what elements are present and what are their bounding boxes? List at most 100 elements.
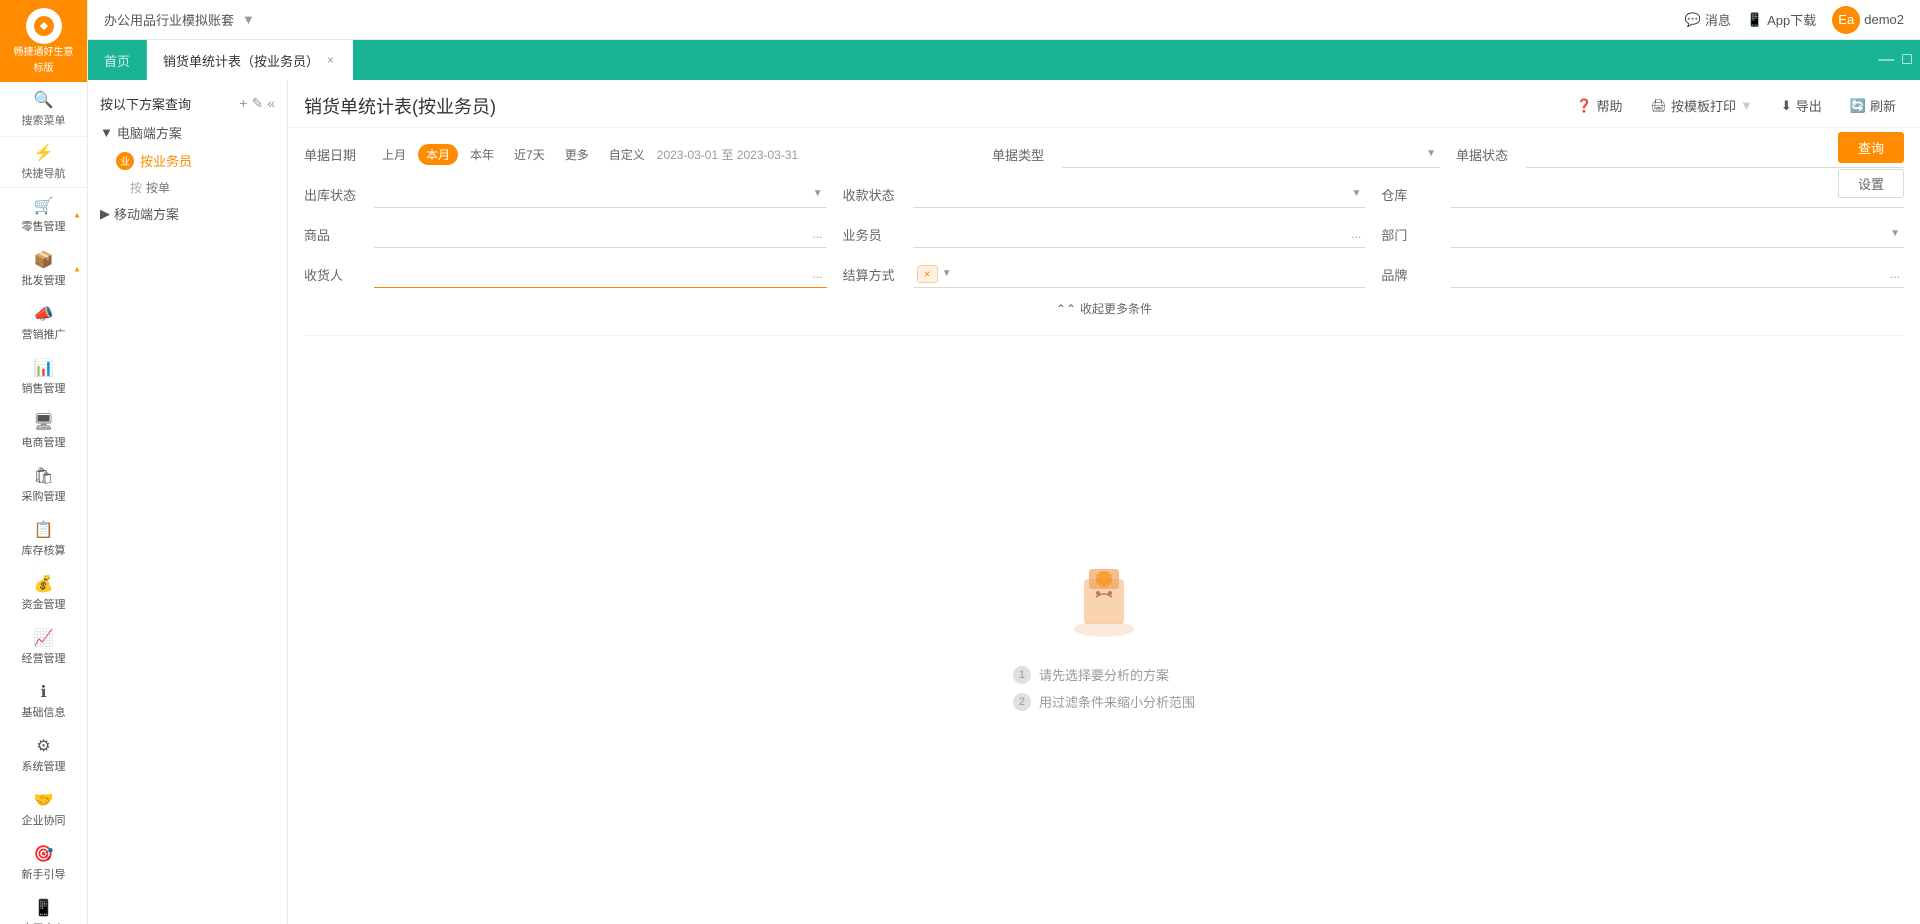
collapse-btn[interactable]: ⌃⌃ 收起更多条件 xyxy=(1056,300,1152,317)
sidebar-item-wholesale[interactable]: 📦 批发管理 xyxy=(0,242,87,296)
appcenter-icon: 📱 xyxy=(34,898,54,918)
sidebar-item-guide[interactable]: 🎯 新手引导 xyxy=(0,836,87,890)
filter-area: 单据日期 上月 本月 本年 近7天 更多 自定义 2023-03-01 至 20… xyxy=(288,128,1920,335)
tab-sales-stat[interactable]: 销货单统计表（按业务员） × xyxy=(147,40,353,80)
sidebar-item-sales[interactable]: 📊 销售管理 xyxy=(0,350,87,404)
tab-close-btn[interactable]: × xyxy=(325,52,336,68)
app-logo[interactable]: 畅捷通好生意 标版 xyxy=(0,0,87,82)
tab-home[interactable]: 首页 xyxy=(88,40,147,80)
collapse-bar: ⌃⌃ 收起更多条件 xyxy=(304,294,1904,323)
goods-control[interactable]: ... xyxy=(374,220,827,248)
mobile-group-label: 移动端方案 xyxy=(114,204,179,223)
last7-btn[interactable]: 近7天 xyxy=(506,144,553,165)
print-icon: 🖨 xyxy=(1650,98,1667,114)
receiver-control[interactable]: ... xyxy=(374,260,827,288)
sidebar-item-base-info[interactable]: ℹ 基础信息 xyxy=(0,674,87,728)
expand-icon: ▼ xyxy=(100,125,113,140)
date-range: 2023-03-01 至 2023-03-31 xyxy=(657,146,798,163)
custom-date-btn[interactable]: 自定义 xyxy=(601,144,653,165)
sidebar-item-inventory[interactable]: 📋 库存核算 xyxy=(0,512,87,566)
last-month-btn[interactable]: 上月 xyxy=(374,144,414,165)
sidebar-item-retail[interactable]: 🛒 零售管理 xyxy=(0,188,87,242)
sidebar-item-appcenter[interactable]: 📱 应用中心 xyxy=(0,890,87,924)
tip-text-2: 用过滤条件来缩小分析范围 xyxy=(1039,692,1195,711)
scheme-item-salesman[interactable]: 业 按业务员 xyxy=(88,146,287,175)
quicknav-icon: ⚡ xyxy=(34,143,54,163)
add-scheme-btn[interactable]: + xyxy=(239,95,247,112)
message-action[interactable]: 💬 消息 xyxy=(1685,10,1731,29)
collect-status-label: 收款状态 xyxy=(843,185,913,204)
ecommerce-icon: 🖥 xyxy=(33,412,53,432)
sidebar-label-base-info: 基础信息 xyxy=(22,704,66,720)
sidebar-item-marketing[interactable]: 📣 营销推广 xyxy=(0,296,87,350)
doc-type-control[interactable]: ▼ xyxy=(1062,140,1440,168)
export-icon: ⬇ xyxy=(1781,98,1792,114)
sidebar-item-purchase[interactable]: 🛍 采购管理 xyxy=(0,458,87,512)
out-status-control[interactable]: ▼ xyxy=(374,180,827,208)
message-icon: 💬 xyxy=(1685,12,1701,28)
sidebar-item-collab[interactable]: 🤝 企业协同 xyxy=(0,782,87,836)
tab-minimize-btn[interactable]: — xyxy=(1878,51,1894,69)
settle-control[interactable]: × ▼ xyxy=(913,260,1366,288)
retail-icon: 🛒 xyxy=(34,196,54,216)
salesman-more[interactable]: ... xyxy=(1351,227,1361,241)
app-download-action[interactable]: 📱 App下载 xyxy=(1747,10,1816,29)
scheme-item-label: 按业务员 xyxy=(140,151,192,170)
tab-sales-stat-label: 销货单统计表（按业务员） xyxy=(163,51,319,70)
sidebar-item-system[interactable]: ⚙ 系统管理 xyxy=(0,728,87,782)
dept-control[interactable]: ▼ xyxy=(1451,220,1904,248)
brand-more[interactable]: ... xyxy=(1890,267,1900,281)
brand-control[interactable]: ... xyxy=(1451,260,1904,288)
print-dropdown-icon: ▼ xyxy=(1740,98,1753,113)
edit-scheme-btn[interactable]: ✎ xyxy=(251,95,263,112)
doc-status-label: 单据状态 xyxy=(1456,145,1526,164)
settle-tag-remove[interactable]: × xyxy=(924,267,931,281)
marketing-icon: 📣 xyxy=(34,304,54,324)
breadcrumb: 办公用品行业模拟账套 xyxy=(104,10,234,29)
tab-maximize-btn[interactable]: □ xyxy=(1902,51,1912,69)
sidebar-item-finance[interactable]: 💰 资金管理 xyxy=(0,566,87,620)
finance-icon: 💰 xyxy=(34,574,54,594)
sidebar-item-operations[interactable]: 📈 经营管理 xyxy=(0,620,87,674)
this-month-btn[interactable]: 本月 xyxy=(418,144,458,165)
brand-label: 品牌 xyxy=(1381,265,1451,284)
export-btn[interactable]: ⬇ 导出 xyxy=(1773,92,1830,119)
page-header: 销货单统计表(按业务员) ❓ 帮助 🖨 按模板打印 ▼ ⬇ 导出 xyxy=(288,80,1920,128)
sidebar-item-search[interactable]: 🔍 搜索菜单 xyxy=(0,82,87,137)
warehouse-control[interactable]: ... xyxy=(1451,180,1904,208)
scheme-sub-item[interactable]: 按 按单 xyxy=(88,175,287,200)
mobile-group-header[interactable]: ▶ 移动端方案 xyxy=(88,200,287,227)
sidebar-item-ecommerce[interactable]: 🖥 电商管理 xyxy=(0,404,87,458)
sidebar-label-finance: 资金管理 xyxy=(22,596,66,612)
desktop-group-header[interactable]: ▼ 电脑端方案 xyxy=(88,119,287,146)
purchase-icon: 🛍 xyxy=(33,466,53,486)
out-status-arrow: ▼ xyxy=(813,188,823,199)
app-download-label: App下载 xyxy=(1767,10,1816,29)
query-btn[interactable]: 查询 xyxy=(1838,132,1904,163)
collect-status-control[interactable]: ▼ xyxy=(913,180,1366,208)
template-print-btn[interactable]: 🖨 按模板打印 ▼ xyxy=(1642,92,1760,119)
topbar-right: 💬 消息 📱 App下载 Ea demo2 xyxy=(1685,6,1904,34)
left-panel-title: 按以下方案查询 xyxy=(100,94,191,113)
breadcrumb-dropdown-icon[interactable]: ▼ xyxy=(242,12,255,27)
more-date-btn[interactable]: 更多 xyxy=(557,144,597,165)
this-year-btn[interactable]: 本年 xyxy=(462,144,502,165)
sub-item-icon: 按 xyxy=(130,179,142,196)
sidebar: 畅捷通好生意 标版 🔍 搜索菜单 ⚡ 快捷导航 🛒 零售管理 📦 批发管理 📣 … xyxy=(0,0,88,924)
help-label: 帮助 xyxy=(1596,96,1622,115)
refresh-btn[interactable]: 🔄 刷新 xyxy=(1842,92,1904,119)
message-label: 消息 xyxy=(1705,10,1731,29)
sidebar-label-guide: 新手引导 xyxy=(22,866,66,882)
collapse-panel-btn[interactable]: « xyxy=(267,95,275,112)
salesman-control[interactable]: ... xyxy=(913,220,1366,248)
empty-tips: 1 请先选择要分析的方案 2 用过滤条件来缩小分析范围 xyxy=(1013,665,1195,711)
settings-btn[interactable]: 设置 xyxy=(1838,169,1904,198)
receiver-more[interactable]: ... xyxy=(813,267,823,281)
system-icon: ⚙ xyxy=(36,736,50,756)
goods-more[interactable]: ... xyxy=(813,227,823,241)
sidebar-item-quicknav[interactable]: ⚡ 快捷导航 xyxy=(0,137,87,188)
user-action[interactable]: Ea demo2 xyxy=(1832,6,1904,34)
mobile-expand-icon: ▶ xyxy=(100,206,110,222)
help-btn[interactable]: ❓ 帮助 xyxy=(1568,92,1630,119)
empty-state: 1 请先选择要分析的方案 2 用过滤条件来缩小分析范围 xyxy=(288,336,1920,924)
